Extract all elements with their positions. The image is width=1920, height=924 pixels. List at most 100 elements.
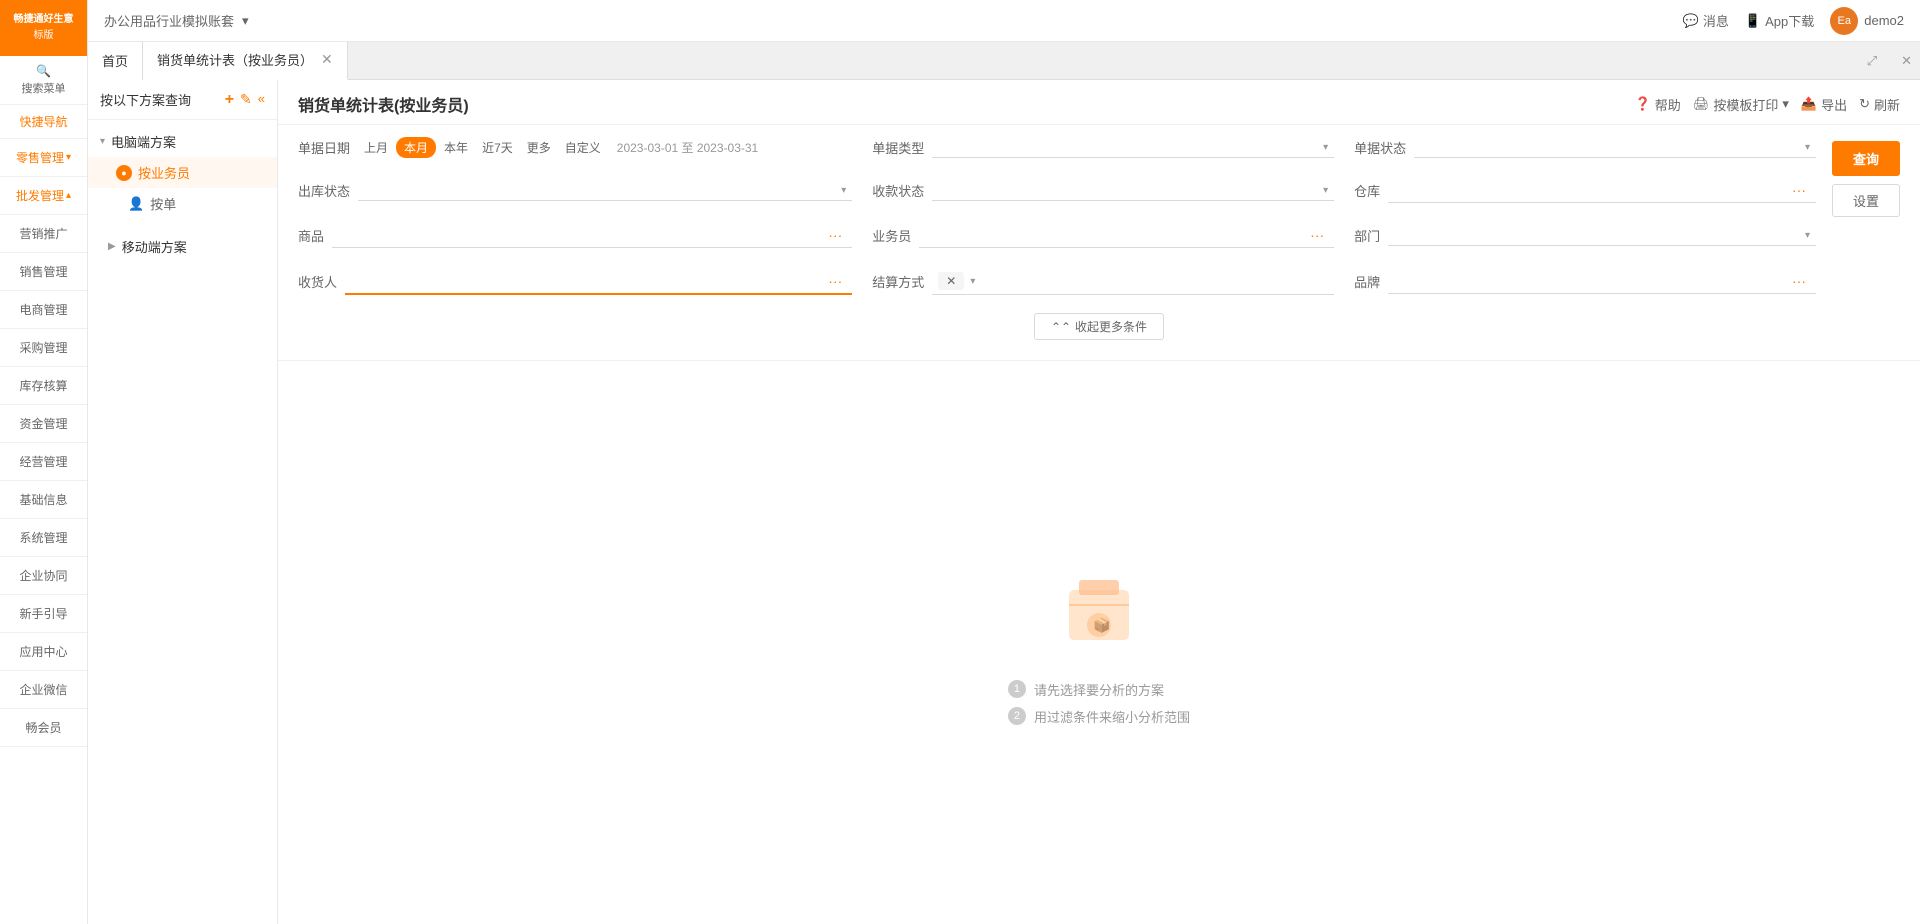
breadcrumb: 办公用品行业模拟账套 (104, 11, 234, 30)
tab-close-icon[interactable]: ✕ (321, 51, 333, 68)
message-icon: 💬 (1683, 13, 1699, 29)
query-button[interactable]: 查询 (1832, 141, 1900, 176)
tab-home[interactable]: 首页 (88, 42, 143, 80)
goods-dots[interactable]: ··· (824, 227, 846, 243)
user-avatar[interactable]: Ea demo2 (1830, 7, 1904, 35)
help-btn[interactable]: ❓ 帮助 (1635, 95, 1681, 114)
receiver-input-area[interactable]: ··· (345, 269, 852, 295)
sidebar-item-finance[interactable]: 资金管理 (0, 405, 87, 443)
sidebar-item-newbie[interactable]: 新手引导 (0, 595, 87, 633)
brand-dots[interactable]: ··· (1788, 273, 1810, 289)
sidebar: 畅捷通好生意 标版 🔍 搜索菜单 快捷导航 零售管理 ▾ 批发管理 ▴ 营销推广… (0, 0, 88, 924)
sales-label: 销售管理 (19, 265, 67, 279)
sidebar-item-basic[interactable]: 基础信息 (0, 481, 87, 519)
print-dropdown-icon: ▾ (1782, 96, 1789, 112)
help-icon: ❓ (1635, 96, 1651, 112)
sidebar-logo[interactable]: 畅捷通好生意 标版 (0, 0, 87, 56)
tab-close-window-btn[interactable]: ✕ (1893, 53, 1920, 69)
doc-type-label: 单据类型 (872, 138, 924, 157)
filter-warehouse: 仓库 ··· (1354, 178, 1816, 203)
warehouse-input-area[interactable]: ··· (1388, 178, 1816, 203)
sidebar-item-member[interactable]: 畅会员 (0, 709, 87, 747)
export-btn[interactable]: 📤 导出 (1801, 95, 1847, 114)
edit-scheme-icon[interactable]: ✎ (240, 91, 252, 109)
tab-sales-report[interactable]: 销货单统计表（按业务员） ✕ (143, 42, 348, 80)
sidebar-search[interactable]: 🔍 搜索菜单 (0, 56, 87, 105)
enterprise-label: 企业协同 (19, 569, 67, 583)
breadcrumb-dropdown-icon[interactable]: ▾ (242, 13, 249, 29)
print-btn[interactable]: 🖨 按模板打印 ▾ (1693, 95, 1789, 114)
salesperson-dots[interactable]: ··· (1306, 227, 1328, 243)
goods-input-area[interactable]: ··· (332, 223, 852, 248)
date-tab-more[interactable]: 更多 (521, 137, 557, 158)
warehouse-dots[interactable]: ··· (1788, 182, 1810, 198)
sidebar-item-wholesale[interactable]: 批发管理 ▴ (0, 177, 87, 215)
sidebar-item-marketing[interactable]: 营销推广 (0, 215, 87, 253)
sidebar-item-operations[interactable]: 经营管理 (0, 443, 87, 481)
collapse-btn[interactable]: ⌃⌃ 收起更多条件 (1034, 313, 1164, 340)
payment-tag-close[interactable]: ✕ (946, 274, 956, 288)
desktop-section-header[interactable]: ▾ 电脑端方案 (88, 126, 277, 157)
doc-status-arrow-icon: ▾ (1805, 142, 1810, 153)
sidebar-item-apps[interactable]: 应用中心 (0, 633, 87, 671)
refresh-btn[interactable]: ↻ 刷新 (1859, 95, 1900, 114)
sidebar-item-enterprise[interactable]: 企业协同 (0, 557, 87, 595)
refresh-label: 刷新 (1874, 95, 1900, 114)
sidebar-item-retail[interactable]: 零售管理 ▾ (0, 139, 87, 177)
brand-input-area[interactable]: ··· (1388, 269, 1816, 294)
doc-status-select[interactable]: ▾ (1414, 138, 1816, 158)
filter-row-3: 商品 ··· 业务员 ··· (298, 223, 1816, 248)
sidebar-item-sales[interactable]: 销售管理 (0, 253, 87, 291)
sidebar-quick-nav[interactable]: 快捷导航 (0, 105, 87, 139)
dept-select[interactable]: ▾ (1388, 226, 1816, 246)
date-tab-last-month[interactable]: 上月 (358, 137, 394, 158)
salesperson-input-area[interactable]: ··· (919, 223, 1334, 248)
scheme-salesperson[interactable]: ● 按业务员 (88, 157, 277, 188)
filter-date: 单据日期 上月 本月 本年 近7天 更多 自定义 (298, 137, 852, 158)
receipt-status-select[interactable]: ▾ (932, 181, 1334, 201)
message-btn[interactable]: 💬 消息 (1683, 11, 1729, 30)
app-label: App下载 (1765, 11, 1814, 30)
filter-doc-type: 单据类型 ▾ (872, 138, 1334, 158)
sidebar-item-ecommerce[interactable]: 电商管理 (0, 291, 87, 329)
page-header: 销货单统计表(按业务员) ❓ 帮助 🖨 按模板打印 ▾ 📤 导出 (278, 80, 1920, 125)
active-scheme-dot: ● (116, 165, 132, 181)
payment-select[interactable]: ▾ (970, 276, 975, 287)
settings-button[interactable]: 设置 (1832, 184, 1900, 217)
doc-type-select[interactable]: ▾ (932, 138, 1334, 158)
filter-payment: 结算方式 ✕ ▾ (872, 268, 1334, 295)
sidebar-item-wechat[interactable]: 企业微信 (0, 671, 87, 709)
add-scheme-icon[interactable]: + (225, 91, 234, 109)
date-tab-this-year[interactable]: 本年 (438, 137, 474, 158)
hint-num-2: 2 (1008, 707, 1026, 725)
filter-area: 单据日期 上月 本月 本年 近7天 更多 自定义 (278, 125, 1920, 361)
page-actions: ❓ 帮助 🖨 按模板打印 ▾ 📤 导出 ↻ 刷新 (1635, 95, 1900, 114)
out-status-select[interactable]: ▾ (358, 181, 852, 201)
basic-label: 基础信息 (19, 493, 67, 507)
date-tab-this-month[interactable]: 本月 (396, 137, 436, 158)
newbie-label: 新手引导 (19, 607, 67, 621)
sidebar-item-system[interactable]: 系统管理 (0, 519, 87, 557)
collapse-more: ⌃⌃ 收起更多条件 (298, 305, 1900, 348)
date-tab-custom[interactable]: 自定义 (559, 137, 607, 158)
sidebar-item-inventory[interactable]: 库存核算 (0, 367, 87, 405)
app-download-btn[interactable]: 📱 App下载 (1745, 11, 1814, 30)
export-label: 导出 (1821, 95, 1847, 114)
print-label: 按模板打印 (1713, 95, 1778, 114)
scheme-by-order[interactable]: 👤 按单 (88, 188, 277, 219)
retail-arrow-icon: ▾ (66, 152, 71, 163)
date-tab-7days[interactable]: 近7天 (476, 137, 519, 158)
receipt-status-arrow-icon: ▾ (1323, 185, 1328, 196)
collapse-label: 收起更多条件 (1075, 318, 1147, 335)
sidebar-item-purchase[interactable]: 采购管理 (0, 329, 87, 367)
empty-state: 📦 1 请先选择要分析的方案 2 用过滤条件来缩小分析范围 (278, 361, 1920, 924)
left-panel-title: 按以下方案查询 (100, 90, 191, 109)
collapse-panel-icon[interactable]: « (258, 91, 265, 109)
filter-row-4: 收货人 ··· 结算方式 ✕ (298, 268, 1816, 295)
empty-hints: 1 请先选择要分析的方案 2 用过滤条件来缩小分析范围 (1008, 680, 1190, 726)
page-title: 销货单统计表(按业务员) (298, 92, 469, 116)
payment-arrow-icon: ▾ (970, 276, 975, 287)
tab-maximize-btn[interactable]: ⤢ (1855, 53, 1889, 69)
receiver-dots[interactable]: ··· (824, 273, 846, 289)
mobile-section-header[interactable]: ▶ 移动端方案 (88, 231, 277, 262)
